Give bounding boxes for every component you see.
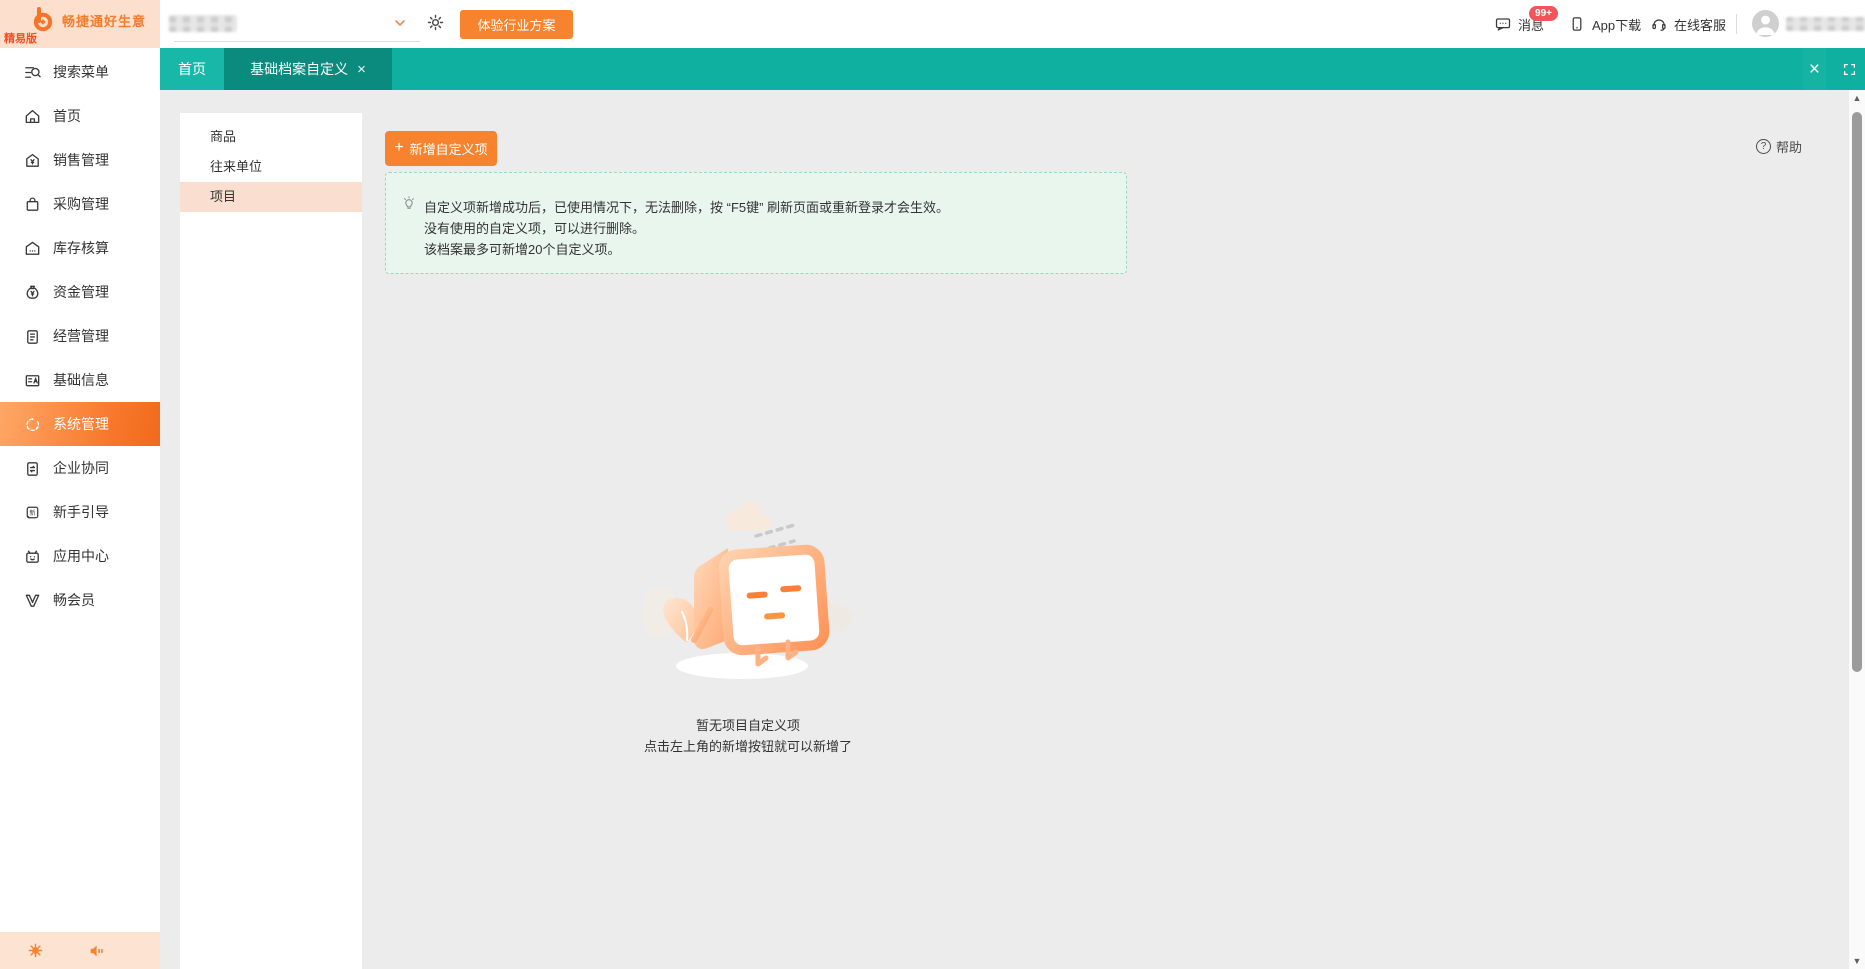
sidebar-item-label: 搜索菜单 — [53, 64, 109, 80]
brand-header: 畅捷通好生意 精易版 — [0, 0, 160, 48]
archive-type-panel: 商品 往来单位 项目 — [180, 113, 362, 969]
tip-line: 自定义项新增成功后，已使用情况下，无法删除，按 “F5键” 刷新页面或重新登录才… — [424, 200, 950, 215]
tab-label: 首页 — [178, 61, 206, 77]
headset-icon — [1650, 15, 1668, 33]
add-custom-field-label: 新增自定义项 — [409, 142, 488, 157]
customer-service-button[interactable]: 在线客服 — [1650, 0, 1726, 48]
add-custom-field-button[interactable]: + 新增自定义项 — [385, 131, 497, 166]
clipboard-icon — [23, 327, 42, 346]
sidebar-item-label: 畅会员 — [53, 592, 95, 608]
plus-icon: + — [394, 139, 404, 156]
tips-panel: 自定义项新增成功后，已使用情况下，无法删除，按 “F5键” 刷新页面或重新登录才… — [385, 172, 1127, 274]
scroll-up-arrow-icon[interactable]: ▲ — [1849, 93, 1865, 103]
sidebar-item-label: 应用中心 — [53, 548, 109, 564]
customer-service-label: 在线客服 — [1674, 17, 1727, 33]
sidebar-menu: 搜索菜单 首页 销售管理 采购管理 库存核算 资金管理 经营管理 基础信息 系统… — [0, 50, 160, 622]
close-all-tabs-icon[interactable]: × — [1802, 48, 1826, 90]
sidebar-item-basic-info[interactable]: 基础信息 — [0, 358, 160, 402]
archive-item-project[interactable]: 项目 — [180, 182, 362, 212]
member-v-icon — [23, 591, 42, 610]
phone-icon — [1568, 15, 1586, 33]
money-bag-icon — [23, 283, 42, 302]
app-download-label: App下载 — [1592, 17, 1642, 33]
sidebar-item-label: 新手引导 — [53, 504, 109, 520]
announcement-speaker-icon[interactable] — [88, 942, 106, 960]
archive-item-partners[interactable]: 往来单位 — [180, 152, 362, 182]
company-select-underline — [174, 41, 420, 42]
app-center-icon — [23, 547, 42, 566]
brand-name: 畅捷通好生意 — [62, 14, 147, 29]
sidebar-item-operations[interactable]: 经营管理 — [0, 314, 160, 358]
collaboration-icon — [23, 459, 42, 478]
tab-close-icon[interactable]: × — [357, 62, 366, 77]
chevron-down-icon[interactable] — [392, 15, 408, 31]
empty-state-title: 暂无项目自定义项 — [695, 718, 800, 733]
sidebar-item-label: 基础信息 — [53, 372, 109, 388]
empty-state-illustration — [638, 490, 858, 695]
sidebar-item-label: 资金管理 — [53, 284, 109, 300]
purchase-bag-icon — [23, 195, 42, 214]
brand-edition-badge: 精易版 — [4, 33, 37, 45]
tab-basic-archive-custom[interactable]: 基础档案自定义 × — [224, 48, 392, 90]
help-label: 帮助 — [1776, 140, 1803, 155]
sidebar-footer — [0, 932, 160, 969]
vertical-scrollbar[interactable]: ▲ ▼ — [1849, 90, 1865, 969]
brand-logo-icon — [30, 6, 56, 32]
home-icon — [23, 107, 42, 126]
sidebar-item-label: 库存核算 — [53, 240, 109, 256]
lightbulb-icon — [401, 195, 417, 211]
novice-guide-icon: 新 — [23, 503, 42, 522]
topbar-gear-icon[interactable] — [426, 13, 445, 32]
id-card-icon — [23, 371, 42, 390]
sidebar-item-app-center[interactable]: 应用中心 — [0, 534, 160, 578]
tip-line: 该档案最多可新增20个自定义项。 — [424, 242, 621, 257]
tabbar-actions: × — [1802, 48, 1857, 90]
app-download-button[interactable]: App下载 — [1568, 0, 1641, 48]
sidebar-item-collaboration[interactable]: 企业协同 — [0, 446, 160, 490]
system-icon — [23, 415, 42, 434]
scroll-down-arrow-icon[interactable]: ▼ — [1849, 956, 1865, 966]
tips-text: 自定义项新增成功后，已使用情况下，无法删除，按 “F5键” 刷新页面或重新登录才… — [424, 197, 949, 260]
sidebar-item-purchase[interactable]: 采购管理 — [0, 182, 160, 226]
svg-text:新: 新 — [29, 508, 35, 516]
tab-label: 基础档案自定义 — [250, 61, 349, 77]
message-bubble-icon — [1494, 15, 1512, 33]
username-redacted[interactable] — [1786, 17, 1865, 31]
sidebar-item-label: 经营管理 — [53, 328, 109, 344]
sidebar-item-label: 企业协同 — [53, 460, 109, 476]
topbar: 体验行业方案 消息 99+ App下载 在线客服 — [160, 0, 1865, 48]
sidebar-item-sales[interactable]: 销售管理 — [0, 138, 160, 182]
sales-icon — [23, 151, 42, 170]
settings-gear-icon[interactable] — [27, 942, 44, 959]
sidebar: 畅捷通好生意 精易版 搜索菜单 首页 销售管理 采购管理 库存核算 资金管理 经… — [0, 0, 160, 969]
archive-item-goods[interactable]: 商品 — [180, 122, 362, 152]
help-link[interactable]: ? 帮助 — [1756, 137, 1802, 156]
sidebar-item-system[interactable]: 系统管理 — [0, 402, 160, 446]
warehouse-icon — [23, 239, 42, 258]
tip-line: 没有使用的自定义项，可以进行删除。 — [424, 221, 646, 236]
sidebar-item-label: 系统管理 — [53, 416, 109, 432]
sidebar-item-member[interactable]: 畅会员 — [0, 578, 160, 622]
tab-home[interactable]: 首页 — [160, 48, 224, 90]
company-name-redacted[interactable] — [169, 15, 237, 32]
user-avatar[interactable] — [1752, 10, 1779, 37]
experience-plan-button[interactable]: 体验行业方案 — [460, 10, 573, 39]
empty-state-subtitle: 点击左上角的新增按钮就可以新增了 — [643, 739, 852, 754]
messages-count-badge: 99+ — [1529, 6, 1558, 21]
search-menu-icon — [23, 63, 42, 82]
scrollbar-thumb[interactable] — [1852, 112, 1862, 672]
help-question-icon: ? — [1756, 139, 1771, 154]
sidebar-item-label: 首页 — [53, 108, 81, 124]
sidebar-item-inventory[interactable]: 库存核算 — [0, 226, 160, 270]
sidebar-item-label: 采购管理 — [53, 196, 109, 212]
sidebar-item-home[interactable]: 首页 — [0, 94, 160, 138]
fullscreen-icon[interactable] — [1842, 62, 1857, 77]
sidebar-item-label: 销售管理 — [53, 152, 109, 168]
sidebar-item-funds[interactable]: 资金管理 — [0, 270, 160, 314]
sidebar-item-novice-guide[interactable]: 新 新手引导 — [0, 490, 160, 534]
content-area: 商品 往来单位 项目 + 新增自定义项 ? 帮助 自定义项新增成功后，已使用情况… — [160, 90, 1849, 969]
topbar-divider — [1736, 14, 1737, 34]
sidebar-item-search-menu[interactable]: 搜索菜单 — [0, 50, 160, 94]
tabbar: 首页 基础档案自定义 × × — [160, 48, 1865, 90]
